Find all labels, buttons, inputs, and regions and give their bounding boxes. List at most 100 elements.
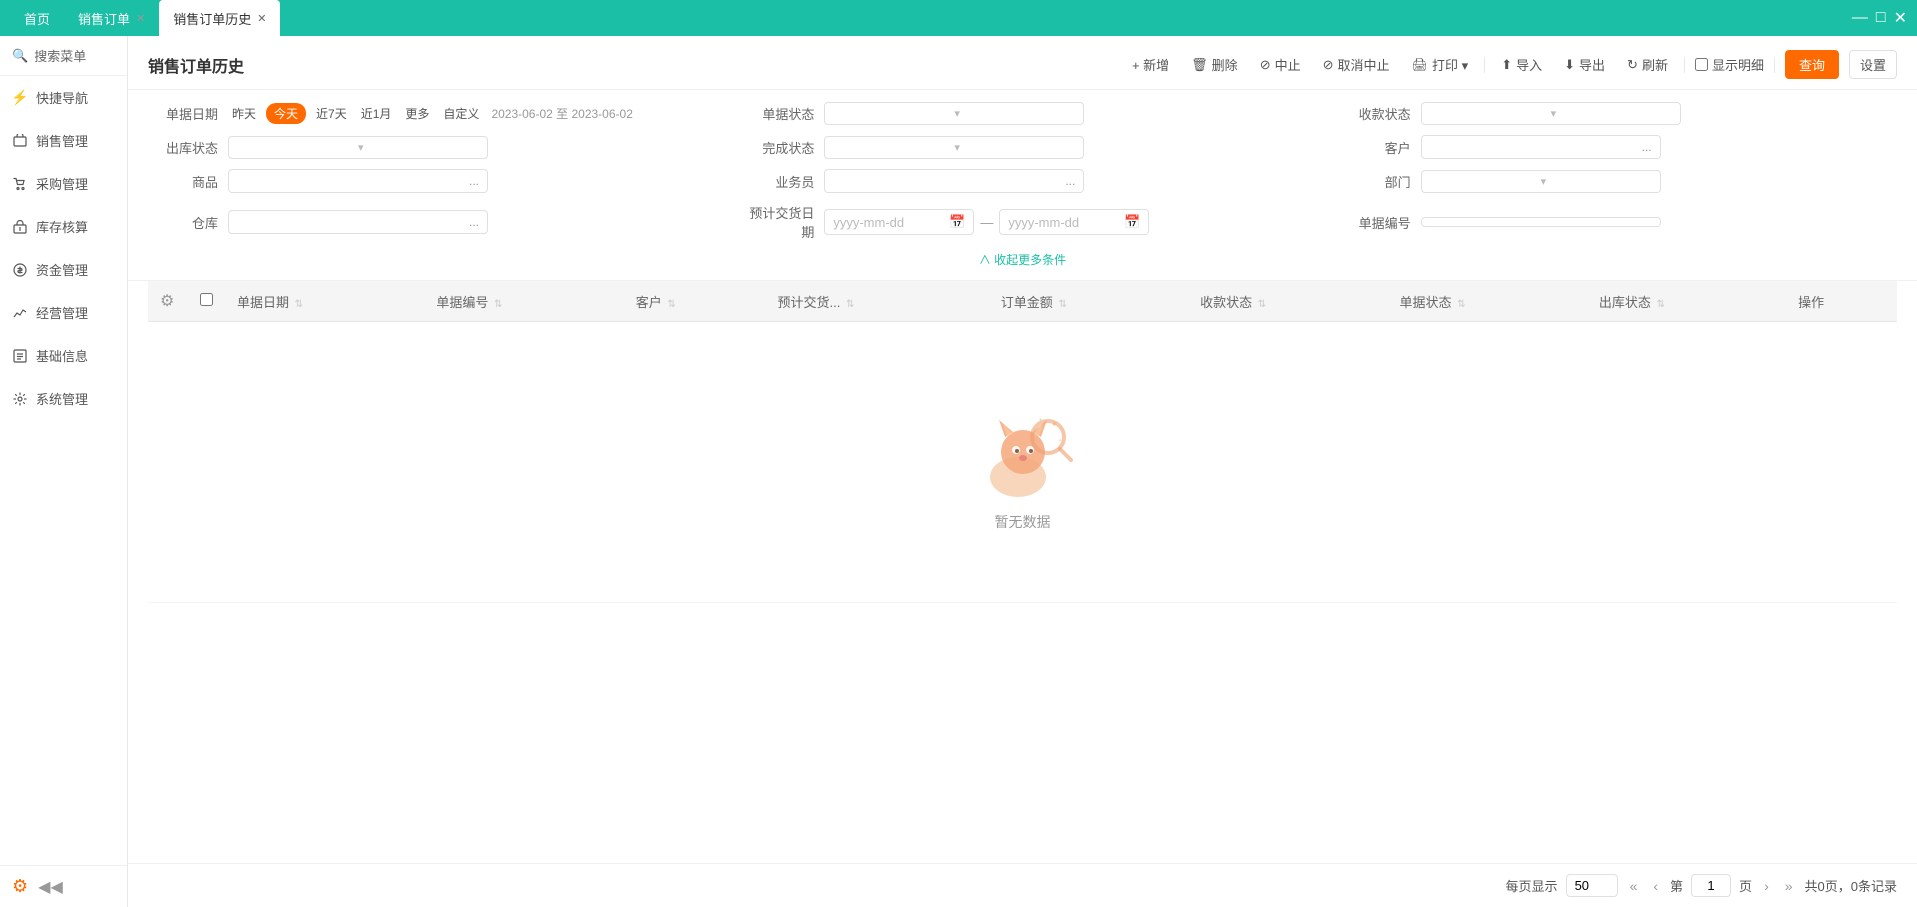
customer-input[interactable]: ... bbox=[1421, 135, 1661, 159]
sidebar-item-purchase-mgmt[interactable]: 采购管理 bbox=[0, 162, 127, 205]
payment-status-arrow: ▾ bbox=[1551, 107, 1672, 120]
goods-input[interactable]: ... bbox=[228, 169, 488, 193]
tab-home-label: 首页 bbox=[24, 9, 50, 28]
tab-home[interactable]: 首页 bbox=[10, 0, 64, 36]
complete-status-control: ▾ bbox=[824, 136, 1300, 159]
date-today-btn[interactable]: 今天 bbox=[266, 103, 306, 124]
bill-status-control: ▾ bbox=[824, 102, 1300, 125]
print-button[interactable]: 🖨 打印 ▾ bbox=[1406, 51, 1475, 78]
payment-status-select[interactable]: ▾ bbox=[1421, 102, 1681, 125]
warehouse-more-btn[interactable]: ... bbox=[469, 215, 479, 229]
th-amount-label: 订单金额 bbox=[1001, 295, 1053, 310]
th-payment-status[interactable]: 收款状态 ⇅ bbox=[1188, 281, 1387, 322]
toolbar: + 新增 🗑 🗑 删除 删除 ⊘ 中止 ⊘ 取消中止 🖨 打印 ▾ bbox=[1126, 50, 1897, 79]
tab-sales-order-history-close[interactable]: ✕ bbox=[257, 12, 266, 25]
salesperson-input[interactable]: ... bbox=[824, 169, 1084, 193]
ship-status-control: ▾ bbox=[228, 136, 704, 159]
export-button[interactable]: ⬇ 导出 bbox=[1558, 51, 1611, 78]
tab-sales-order[interactable]: 销售订单 ✕ bbox=[64, 0, 159, 36]
sidebar-item-quick-nav[interactable]: ⚡ 快捷导航 bbox=[0, 76, 127, 119]
th-bill-status[interactable]: 单据状态 ⇅ bbox=[1387, 281, 1586, 322]
window-restore-btn[interactable]: □ bbox=[1876, 9, 1886, 27]
th-number[interactable]: 单据编号 ⇅ bbox=[424, 281, 623, 322]
table-body: ✦ ✦ ✦ 暂无数据 bbox=[148, 322, 1897, 603]
goods-more-btn[interactable]: ... bbox=[469, 174, 479, 188]
ship-status-select[interactable]: ▾ bbox=[228, 136, 488, 159]
pagination: 每页显示 10 20 50 100 « ‹ 第 页 › » 共0页，0条记录 bbox=[128, 863, 1917, 907]
toolbar-separator-2 bbox=[1684, 57, 1685, 73]
delete-icon: 🗑 bbox=[1191, 57, 1208, 73]
collapse-bar[interactable]: ∧ 收起更多条件 bbox=[148, 251, 1897, 268]
table-settings-button[interactable]: ⚙ bbox=[160, 291, 174, 311]
select-all-checkbox[interactable] bbox=[200, 293, 213, 306]
first-page-button[interactable]: « bbox=[1626, 876, 1642, 896]
bill-number-input[interactable] bbox=[1421, 217, 1661, 227]
sidebar: 🔍 搜索菜单 ⚡ 快捷导航 销售管理 采购管理 库存核算 bbox=[0, 36, 128, 907]
content-area: 销售订单历史 + 新增 🗑 🗑 删除 删除 ⊘ 中止 ⊘ 取消中止 🖨 bbox=[128, 36, 1917, 907]
page-size-select[interactable]: 10 20 50 100 bbox=[1566, 874, 1618, 897]
next-page-button[interactable]: › bbox=[1760, 876, 1773, 896]
tab-sales-order-close[interactable]: ✕ bbox=[136, 12, 145, 25]
date-from-calendar-icon: 📅 bbox=[949, 214, 965, 230]
expected-date-from[interactable]: yyyy-mm-dd 📅 bbox=[824, 209, 974, 235]
settings-button[interactable]: 设置 bbox=[1849, 50, 1897, 79]
date-label: 单据日期 bbox=[148, 104, 228, 123]
th-expected-date[interactable]: 预计交货... ⇅ bbox=[765, 281, 988, 322]
cancel-stop-button[interactable]: ⊘ 取消中止 bbox=[1317, 51, 1396, 78]
th-amount[interactable]: 订单金额 ⇅ bbox=[989, 281, 1188, 322]
sidebar-item-basic-info[interactable]: 基础信息 bbox=[0, 334, 127, 377]
th-operation-label: 操作 bbox=[1798, 295, 1824, 310]
page-number-input[interactable] bbox=[1691, 874, 1731, 897]
bill-status-select[interactable]: ▾ bbox=[824, 102, 1084, 125]
prev-page-button[interactable]: ‹ bbox=[1649, 876, 1662, 896]
date-custom-btn[interactable]: 自定义 bbox=[439, 103, 483, 124]
complete-status-select[interactable]: ▾ bbox=[824, 136, 1084, 159]
goods-control: ... bbox=[228, 169, 704, 193]
sidebar-item-label: 经营管理 bbox=[36, 303, 88, 322]
th-customer[interactable]: 客户 ⇅ bbox=[624, 281, 766, 322]
stop-button[interactable]: ⊘ 中止 bbox=[1254, 51, 1307, 78]
last-page-button[interactable]: » bbox=[1781, 876, 1797, 896]
empty-text: 暂无数据 bbox=[995, 512, 1051, 532]
bill-status-label: 单据状态 bbox=[744, 104, 824, 123]
th-operation: 操作 bbox=[1786, 281, 1897, 322]
th-ship-status[interactable]: 出库状态 ⇅ bbox=[1587, 281, 1786, 322]
sidebar-item-system[interactable]: 系统管理 bbox=[0, 377, 127, 420]
inventory-icon bbox=[12, 219, 28, 235]
import-icon: ⬆ bbox=[1501, 57, 1512, 73]
display-detail-checkbox[interactable]: 显示明细 bbox=[1695, 55, 1764, 74]
page-header: 销售订单历史 + 新增 🗑 🗑 删除 删除 ⊘ 中止 ⊘ 取消中止 🖨 bbox=[128, 36, 1917, 90]
salesperson-more-btn[interactable]: ... bbox=[1065, 174, 1075, 188]
expected-date-to[interactable]: yyyy-mm-dd 📅 bbox=[999, 209, 1149, 235]
sidebar-item-finance[interactable]: 资金管理 bbox=[0, 248, 127, 291]
import-button[interactable]: ⬆ 导入 bbox=[1495, 51, 1548, 78]
date-more-btn[interactable]: 更多 bbox=[401, 103, 433, 124]
sidebar-item-operations[interactable]: 经营管理 bbox=[0, 291, 127, 334]
sidebar-item-sales-mgmt[interactable]: 销售管理 bbox=[0, 119, 127, 162]
sidebar-item-inventory[interactable]: 库存核算 bbox=[0, 205, 127, 248]
settings-icon[interactable]: ⚙ bbox=[12, 876, 28, 897]
sidebar-search[interactable]: 🔍 搜索菜单 bbox=[0, 36, 127, 76]
window-close-btn[interactable]: ✕ bbox=[1894, 8, 1907, 28]
refresh-button[interactable]: ↻ 刷新 bbox=[1621, 51, 1674, 78]
warehouse-input[interactable]: ... bbox=[228, 210, 488, 234]
goods-label: 商品 bbox=[148, 172, 228, 191]
display-detail-input[interactable] bbox=[1695, 58, 1708, 71]
date-last-month-btn[interactable]: 近1月 bbox=[357, 103, 396, 124]
delete-button[interactable]: 🗑 🗑 删除 删除 bbox=[1185, 51, 1244, 78]
tab-sales-order-history[interactable]: 销售订单历史 ✕ bbox=[159, 0, 280, 36]
window-minimize-btn[interactable]: — bbox=[1852, 9, 1868, 27]
empty-state-row: ✦ ✦ ✦ 暂无数据 bbox=[148, 322, 1897, 603]
new-button[interactable]: + 新增 bbox=[1126, 51, 1175, 78]
date-last7-btn[interactable]: 近7天 bbox=[312, 103, 351, 124]
department-select[interactable]: ▾ bbox=[1421, 170, 1661, 193]
collapse-icon[interactable]: ◀◀ bbox=[38, 877, 63, 897]
warehouse-label: 仓库 bbox=[148, 213, 228, 232]
date-yesterday-btn[interactable]: 昨天 bbox=[228, 103, 260, 124]
th-ship-status-sort: ⇅ bbox=[1656, 299, 1664, 310]
svg-text:✦: ✦ bbox=[1058, 438, 1062, 444]
th-date[interactable]: 单据日期 ⇅ bbox=[225, 281, 424, 322]
customer-more-btn[interactable]: ... bbox=[1642, 140, 1652, 154]
query-button[interactable]: 查询 bbox=[1785, 50, 1839, 79]
sidebar-item-label: 资金管理 bbox=[36, 260, 88, 279]
